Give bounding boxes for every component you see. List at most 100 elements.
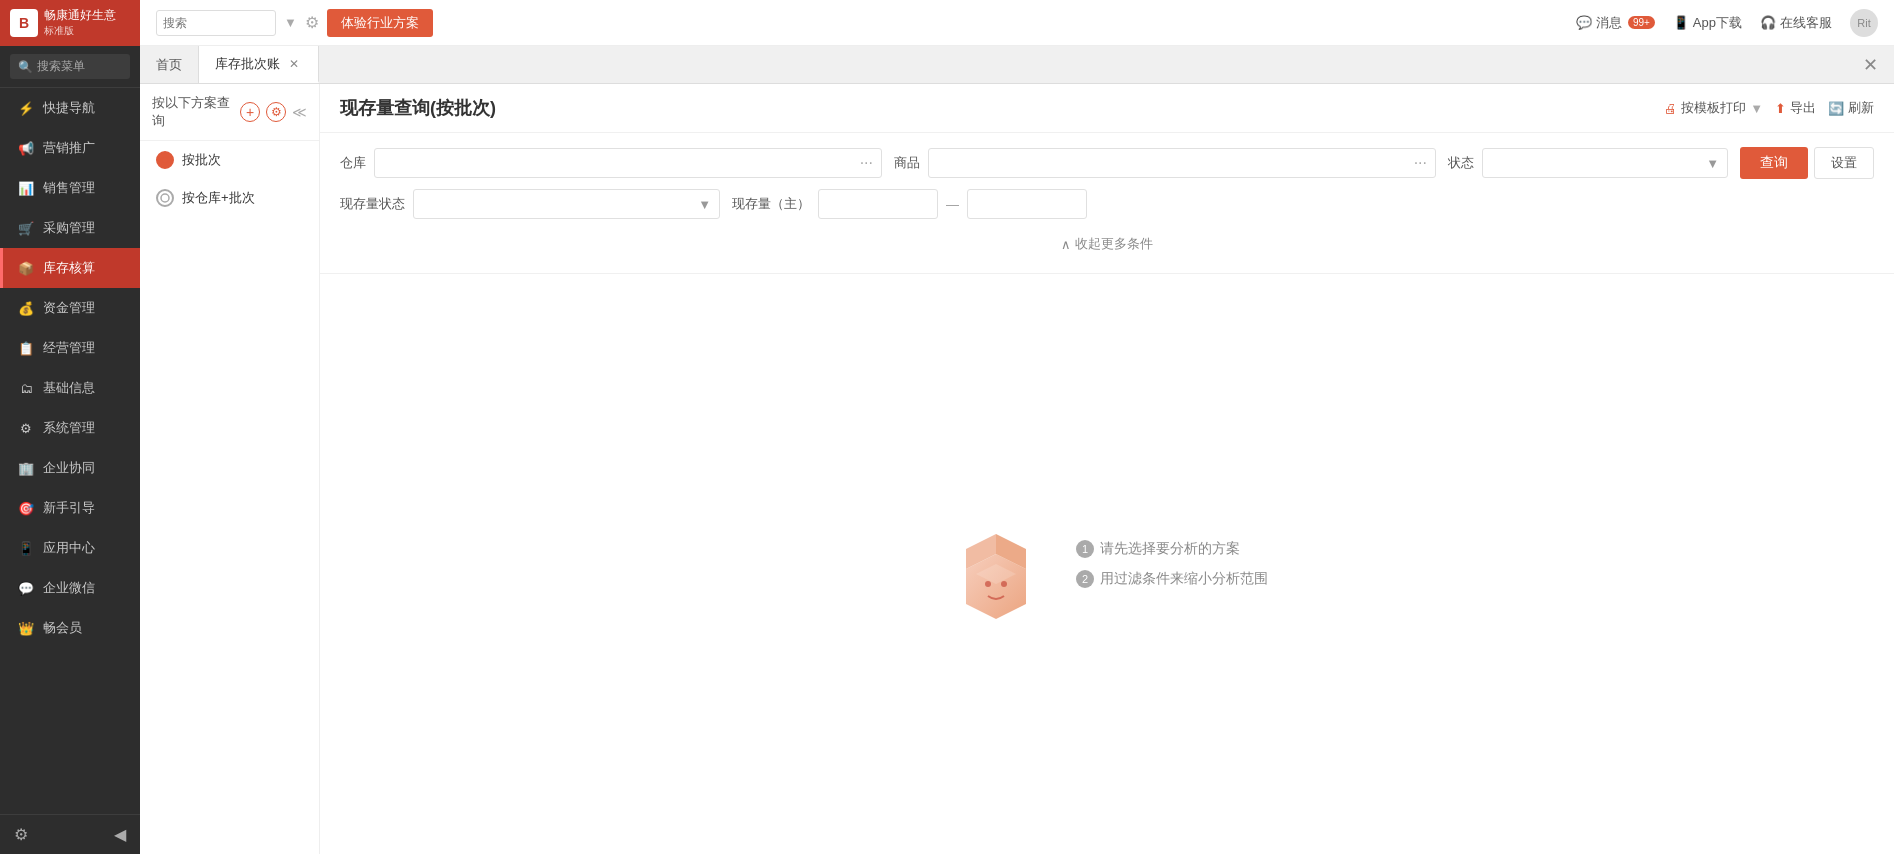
app-download-icon: 📱 xyxy=(1673,15,1689,30)
inventory-quantity-from[interactable] xyxy=(818,189,938,219)
empty-illustration xyxy=(946,514,1046,614)
query-btn[interactable]: 查询 xyxy=(1740,147,1808,179)
left-panel-title: 按以下方案查询 xyxy=(152,94,240,130)
inventory-quantity-to[interactable] xyxy=(967,189,1087,219)
app-download-action[interactable]: 📱 App下载 xyxy=(1673,14,1742,32)
sidebar-item-wechat[interactable]: 💬 企业微信 xyxy=(0,568,140,608)
tab-home[interactable]: 首页 xyxy=(140,46,199,83)
schema-active-indicator xyxy=(156,151,174,169)
print-template-btn[interactable]: 🖨 按模板打印 ▼ xyxy=(1664,99,1763,117)
warehouse-input[interactable]: ··· xyxy=(374,148,882,178)
tab-close-icon[interactable]: ✕ xyxy=(286,56,302,72)
online-service-action[interactable]: 🎧 在线客服 xyxy=(1760,14,1832,32)
tab-batch-account-label: 库存批次账 xyxy=(215,55,280,73)
search-icon: 🔍 xyxy=(18,60,33,74)
online-service-label: 在线客服 xyxy=(1780,14,1832,32)
message-badge: 99+ xyxy=(1628,16,1655,29)
sidebar-item-label: 畅会员 xyxy=(43,619,82,637)
main-area: ▼ ⚙ 体验行业方案 💬 消息 99+ 📱 App下载 🎧 在线客服 Rit xyxy=(140,0,1894,854)
print-icon: 🖨 xyxy=(1664,101,1677,116)
refresh-btn[interactable]: 🔄 刷新 xyxy=(1828,99,1874,117)
svg-point-2 xyxy=(161,194,169,202)
sidebar-item-enterprise[interactable]: 🏢 企业协同 xyxy=(0,448,140,488)
left-panel-header-actions: + ⚙ ≪ xyxy=(240,102,307,122)
sidebar-item-label: 基础信息 xyxy=(43,379,95,397)
sidebar-item-apps[interactable]: 📱 应用中心 xyxy=(0,528,140,568)
topbar-dropdown-icon[interactable]: ▼ xyxy=(284,15,297,30)
filter-row-1: 仓库 ··· 商品 ··· 状态 xyxy=(340,147,1874,179)
product-more-icon[interactable]: ··· xyxy=(1414,154,1427,172)
topbar-settings-icon[interactable]: ⚙ xyxy=(305,13,319,32)
trial-btn[interactable]: 体验行业方案 xyxy=(327,9,433,37)
sidebar-item-label: 营销推广 xyxy=(43,139,95,157)
setting-btn[interactable]: 设置 xyxy=(1814,147,1874,179)
page-title: 现存量查询(按批次) xyxy=(340,96,496,120)
status-dropdown-icon: ▼ xyxy=(1706,156,1719,171)
sidebar-item-label: 企业协同 xyxy=(43,459,95,477)
product-input[interactable]: ··· xyxy=(928,148,1436,178)
tab-batch-account[interactable]: 库存批次账 ✕ xyxy=(199,46,319,83)
schema-by-batch-label: 按批次 xyxy=(182,151,221,169)
schema-by-warehouse-batch[interactable]: 按仓库+批次 xyxy=(140,179,319,217)
sidebar-search-btn[interactable]: 🔍 搜索菜单 xyxy=(10,54,130,79)
status-select[interactable]: ▼ xyxy=(1482,148,1728,178)
sidebar-item-label: 资金管理 xyxy=(43,299,95,317)
inventory-status-label: 现存量状态 xyxy=(340,195,405,213)
schema-by-batch[interactable]: 按批次 xyxy=(140,141,319,179)
left-panel-header: 按以下方案查询 + ⚙ ≪ xyxy=(140,84,319,141)
empty-step-2-label: 用过滤条件来缩小分析范围 xyxy=(1100,570,1268,588)
schema-list: 按批次 按仓库+批次 xyxy=(140,141,319,854)
sidebar-item-basic[interactable]: 🗂 基础信息 xyxy=(0,368,140,408)
settings-schema-btn[interactable]: ⚙ xyxy=(266,102,286,122)
sidebar-item-system[interactable]: ⚙ 系统管理 xyxy=(0,408,140,448)
empty-state: 1 请先选择要分析的方案 2 用过滤条件来缩小分析范围 xyxy=(320,274,1894,854)
sidebar-item-inventory[interactable]: 📦 库存核算 xyxy=(0,248,140,288)
export-btn[interactable]: ⬆ 导出 xyxy=(1775,99,1816,117)
empty-step-1: 1 请先选择要分析的方案 xyxy=(1076,540,1268,558)
sidebar-item-operation[interactable]: 📋 经营管理 xyxy=(0,328,140,368)
sidebar-item-label: 系统管理 xyxy=(43,419,95,437)
collapse-sidebar-icon[interactable]: ◀ xyxy=(114,825,126,844)
settings-icon[interactable]: ⚙ xyxy=(14,825,28,844)
user-profile[interactable]: Rit xyxy=(1850,9,1878,37)
tab-home-label: 首页 xyxy=(156,56,182,74)
sidebar-item-newbie[interactable]: 🎯 新手引导 xyxy=(0,488,140,528)
collapse-row[interactable]: ∧ 收起更多条件 xyxy=(340,229,1874,259)
refresh-icon: 🔄 xyxy=(1828,101,1844,116)
sidebar-item-member[interactable]: 👑 畅会员 xyxy=(0,608,140,648)
schema-inactive-indicator xyxy=(156,189,174,207)
message-action[interactable]: 💬 消息 99+ xyxy=(1576,14,1655,32)
collapse-up-icon: ∧ xyxy=(1061,237,1071,252)
status-label: 状态 xyxy=(1448,154,1474,172)
sidebar-nav: ⚡ 快捷导航 📢 营销推广 📊 销售管理 🛒 采购管理 📦 库存核算 💰 资金管… xyxy=(0,88,140,814)
finance-icon: 💰 xyxy=(17,299,35,317)
topbar-right: 💬 消息 99+ 📱 App下载 🎧 在线客服 Rit xyxy=(1576,9,1878,37)
app-version: 标准版 xyxy=(44,24,116,38)
inventory-status-select[interactable]: ▼ xyxy=(413,189,720,219)
sidebar-item-label: 采购管理 xyxy=(43,219,95,237)
topbar-search-input[interactable] xyxy=(156,10,276,36)
sidebar-item-label: 企业微信 xyxy=(43,579,95,597)
tab-bar: 首页 库存批次账 ✕ ✕ xyxy=(140,46,1894,84)
tab-bar-close-btn[interactable]: ✕ xyxy=(1847,46,1894,83)
warehouse-more-icon[interactable]: ··· xyxy=(860,154,873,172)
sidebar-item-marketing[interactable]: 📢 营销推广 xyxy=(0,128,140,168)
empty-step-2: 2 用过滤条件来缩小分析范围 xyxy=(1076,570,1268,588)
wechat-icon: 💬 xyxy=(17,579,35,597)
sidebar-item-sales[interactable]: 📊 销售管理 xyxy=(0,168,140,208)
export-icon: ⬆ xyxy=(1775,101,1786,116)
topbar: ▼ ⚙ 体验行业方案 💬 消息 99+ 📱 App下载 🎧 在线客服 Rit xyxy=(140,0,1894,46)
sidebar-item-finance[interactable]: 💰 资金管理 xyxy=(0,288,140,328)
apps-icon: 📱 xyxy=(17,539,35,557)
sidebar-item-purchase[interactable]: 🛒 采购管理 xyxy=(0,208,140,248)
sidebar-item-shortcut[interactable]: ⚡ 快捷导航 xyxy=(0,88,140,128)
sidebar-item-label: 库存核算 xyxy=(43,259,95,277)
print-dropdown-icon[interactable]: ▼ xyxy=(1750,101,1763,116)
add-schema-btn[interactable]: + xyxy=(240,102,260,122)
operation-icon: 📋 xyxy=(17,339,35,357)
collapse-panel-icon[interactable]: ≪ xyxy=(292,104,307,120)
app-name: 畅康通好生意 xyxy=(44,8,116,24)
collapse-label: 收起更多条件 xyxy=(1075,235,1153,253)
left-panel: 按以下方案查询 + ⚙ ≪ 按批次 按仓 xyxy=(140,84,320,854)
topbar-left: ▼ ⚙ 体验行业方案 xyxy=(156,9,1566,37)
